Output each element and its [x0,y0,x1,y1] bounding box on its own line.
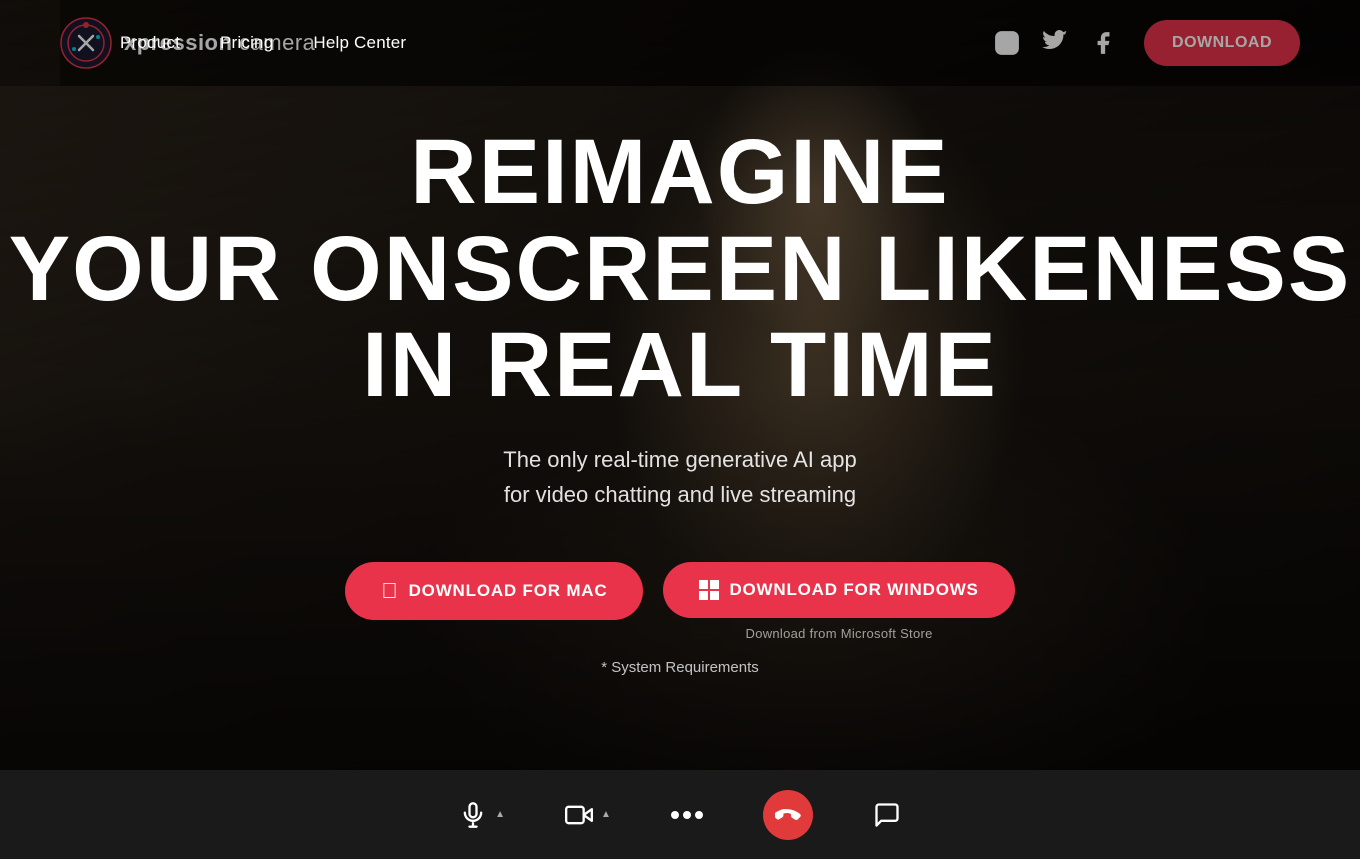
apple-icon:  [381,580,398,602]
hero-title: REIMAGINE YOUR ONSCREEN LIKENESS IN REAL… [9,124,1351,414]
system-requirements-link[interactable]: * System Requirements [601,659,759,676]
nav-links: Product Pricing Help Center [60,0,1360,86]
download-windows-button[interactable]: DOWNLOAD FOR WINDOWS [663,562,1014,618]
nav-help[interactable]: Help Center [313,33,406,53]
hero-subtitle: The only real-time generative AI app for… [503,442,856,512]
windows-icon [699,580,719,600]
hero-content: REIMAGINE YOUR ONSCREEN LIKENESS IN REAL… [0,0,1360,770]
more-dots-icon [671,811,703,819]
nav-product[interactable]: Product [120,33,180,53]
bottom-toolbar: ▲ ▲ [0,770,1360,859]
navbar: xpression camera Product Pricing Help Ce… [0,0,1360,86]
hero-section: REIMAGINE YOUR ONSCREEN LIKENESS IN REAL… [0,0,1360,770]
camera-icon [565,801,593,829]
camera-control[interactable]: ▲ [565,801,611,829]
hero-cta-buttons:  DOWNLOAD FOR MAC DOWNLOAD FOR WINDOWS [345,562,1014,641]
phone-icon [775,802,801,828]
microphone-icon [459,801,487,829]
camera-caret: ▲ [601,809,611,820]
end-call-button[interactable] [763,790,813,840]
mic-control[interactable]: ▲ [459,801,505,829]
windows-store-label: Download from Microsoft Store [746,626,933,641]
mic-caret: ▲ [495,809,505,820]
chat-icon [873,801,901,829]
more-control[interactable] [671,811,703,819]
download-mac-button[interactable]:  DOWNLOAD FOR MAC [345,562,643,620]
nav-pricing[interactable]: Pricing [220,33,273,53]
chat-control[interactable] [873,801,901,829]
